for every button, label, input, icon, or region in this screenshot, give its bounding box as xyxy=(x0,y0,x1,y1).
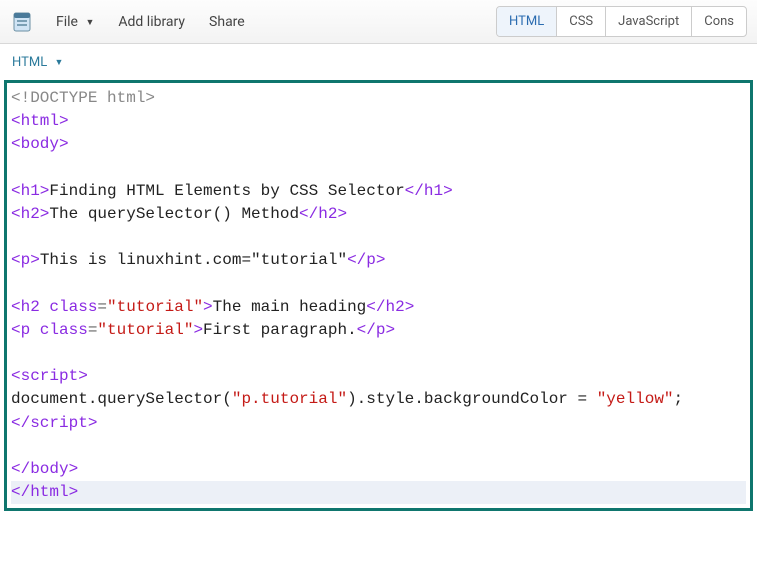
tab-css[interactable]: CSS xyxy=(557,7,606,36)
code-editor[interactable]: <!DOCTYPE html> <html> <body> <h1>Findin… xyxy=(4,80,753,511)
code-text: <p> xyxy=(11,251,40,269)
code-text: </body> xyxy=(11,460,78,478)
code-text: </h2> xyxy=(366,298,414,316)
code-text: The main heading xyxy=(213,298,367,316)
code-text: </p> xyxy=(347,251,385,269)
chevron-down-icon: ▼ xyxy=(85,18,94,28)
add-library-button[interactable]: Add library xyxy=(108,8,195,36)
code-text: > xyxy=(203,298,213,316)
code-text: First paragraph. xyxy=(203,321,357,339)
code-text: </h1> xyxy=(405,182,453,200)
panel-subbar: HTML ▼ xyxy=(0,44,757,80)
code-text: <body> xyxy=(11,135,69,153)
jsbin-logo-icon xyxy=(10,10,34,34)
code-text: <h2> xyxy=(11,205,49,223)
tab-javascript[interactable]: JavaScript xyxy=(606,7,692,36)
file-menu[interactable]: File ▼ xyxy=(46,8,104,36)
language-dropdown[interactable]: HTML ▼ xyxy=(12,55,63,70)
code-text: </h2> xyxy=(299,205,347,223)
code-text: ).style.backgroundColor = xyxy=(347,390,597,408)
code-text: </html> xyxy=(11,483,78,501)
code-text: = xyxy=(88,321,98,339)
chevron-down-icon: ▼ xyxy=(54,58,63,68)
language-label: HTML xyxy=(12,55,47,70)
code-text: ; xyxy=(674,390,684,408)
code-text: </p> xyxy=(357,321,395,339)
main-toolbar: File ▼ Add library Share HTML CSS JavaSc… xyxy=(0,0,757,44)
code-text: class xyxy=(30,321,88,339)
panel-tabs: HTML CSS JavaScript Cons xyxy=(496,6,747,37)
code-text: <!DOCTYPE html> xyxy=(11,89,155,107)
code-text: document.querySelector( xyxy=(11,390,232,408)
code-text: = xyxy=(97,298,107,316)
code-text: <h1> xyxy=(11,182,49,200)
code-text: The querySelector() Method xyxy=(49,205,299,223)
code-text: <p xyxy=(11,321,30,339)
code-text: <html> xyxy=(11,112,69,130)
code-text: "tutorial" xyxy=(107,298,203,316)
code-text: "yellow" xyxy=(597,390,674,408)
share-button[interactable]: Share xyxy=(199,8,255,36)
code-text: </script> xyxy=(11,414,97,432)
code-text: This is linuxhint.com="tutorial" xyxy=(40,251,347,269)
code-text: <h2 xyxy=(11,298,40,316)
code-text: <script> xyxy=(11,367,88,385)
code-text: "p.tutorial" xyxy=(232,390,347,408)
code-text: class xyxy=(40,298,98,316)
code-text: "tutorial" xyxy=(97,321,193,339)
code-text: > xyxy=(193,321,203,339)
file-menu-label: File xyxy=(56,14,78,30)
code-text: Finding HTML Elements by CSS Selector xyxy=(49,182,404,200)
tab-console[interactable]: Cons xyxy=(692,7,746,36)
tab-html[interactable]: HTML xyxy=(497,7,557,36)
